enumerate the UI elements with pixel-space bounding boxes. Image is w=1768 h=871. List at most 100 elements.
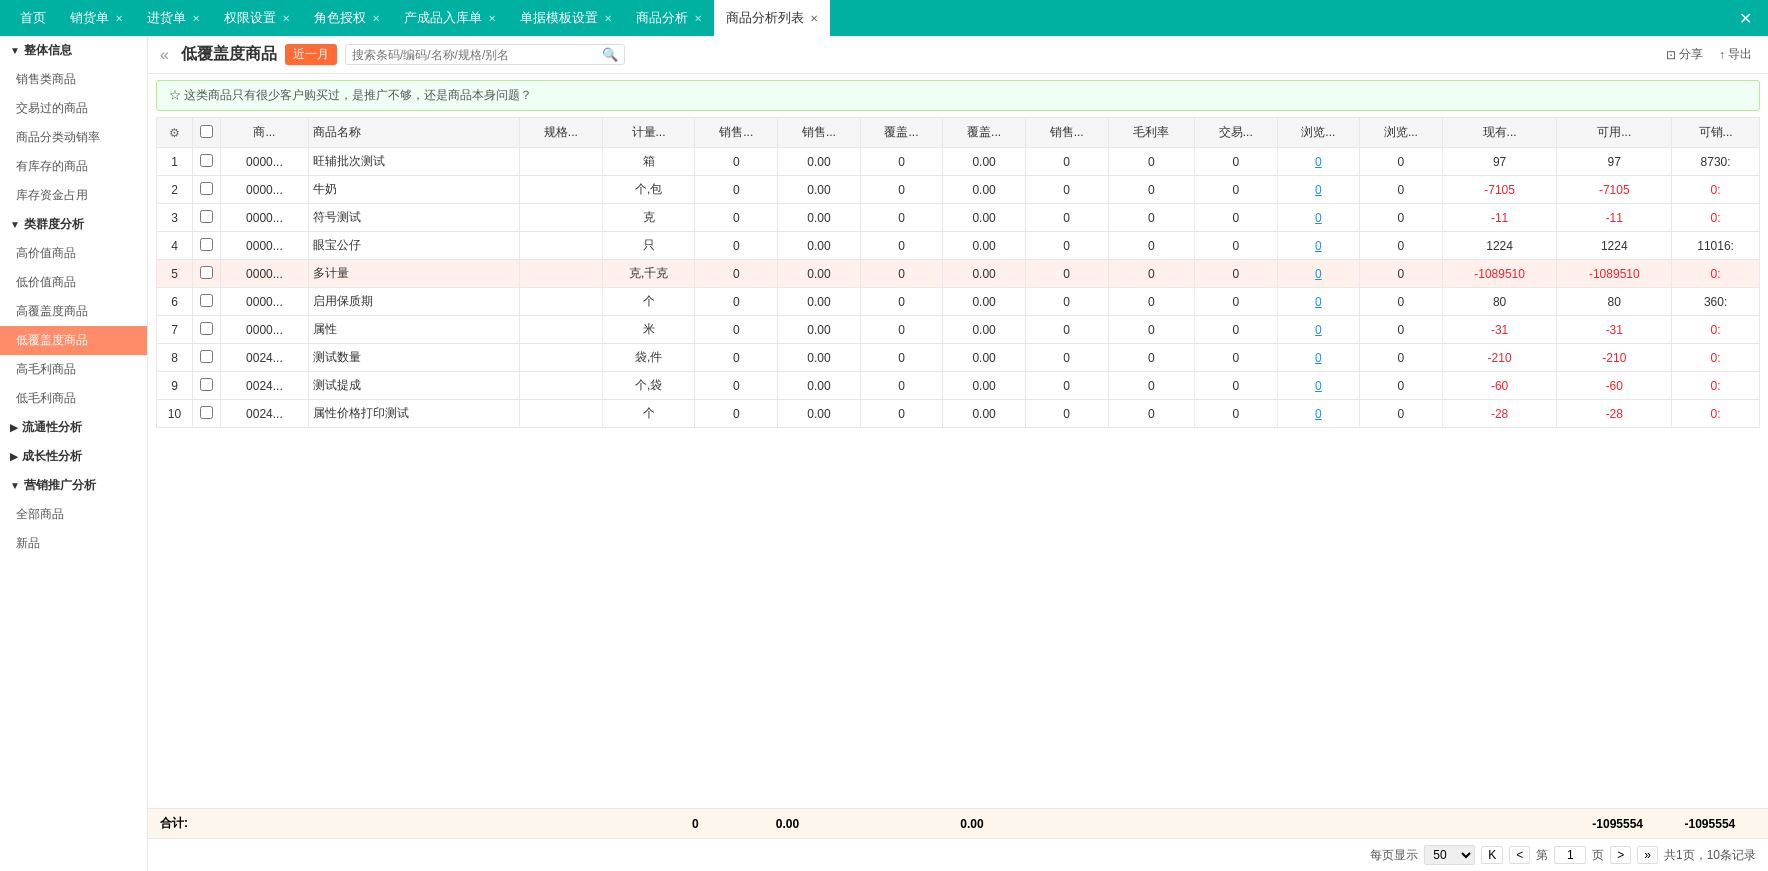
sidebar-group-marketing[interactable]: ▼ 营销推广分析 [0,471,147,500]
sidebar-group-growth[interactable]: ▶ 成长性分析 [0,442,147,471]
cell-checkbox[interactable] [193,288,221,316]
browse-link[interactable]: 0 [1315,183,1322,197]
browse-link[interactable]: 0 [1315,155,1322,169]
sidebar-item-low-value[interactable]: 低价值商品 [0,268,147,297]
prev-page-button[interactable]: < [1509,846,1530,864]
cell-checkbox[interactable] [193,260,221,288]
cell-browse1[interactable]: 0 [1277,372,1360,400]
col-header-trade[interactable]: 交易... [1194,118,1277,148]
cell-browse1[interactable]: 0 [1277,260,1360,288]
row-checkbox[interactable] [200,154,213,167]
row-checkbox[interactable] [200,238,213,251]
nav-tab-product-in[interactable]: 产成品入库单 ✕ [392,0,508,36]
cell-checkbox[interactable] [193,344,221,372]
sidebar-item-low-margin[interactable]: 低毛利商品 [0,384,147,413]
nav-tab-sales[interactable]: 销货单 ✕ [58,0,135,36]
sidebar-group-cluster[interactable]: ▼ 类群度分析 [0,210,147,239]
col-header-available[interactable]: 可用... [1557,118,1672,148]
cell-checkbox[interactable] [193,204,221,232]
close-icon[interactable]: ✕ [604,13,612,24]
share-button[interactable]: ⊡ 分享 [1662,44,1707,65]
browse-link[interactable]: 0 [1315,351,1322,365]
col-header-browse1[interactable]: 浏览... [1277,118,1360,148]
col-header-gross[interactable]: 毛利率 [1108,118,1194,148]
row-checkbox[interactable] [200,294,213,307]
nav-tab-template[interactable]: 单据模板设置 ✕ [508,0,624,36]
sidebar-item-high-margin[interactable]: 高毛利商品 [0,355,147,384]
last-page-button[interactable]: » [1637,846,1658,864]
browse-link[interactable]: 0 [1315,407,1322,421]
row-checkbox[interactable] [200,350,213,363]
col-header-saleable[interactable]: 可销... [1672,118,1760,148]
nav-tab-analysis[interactable]: 商品分析 ✕ [624,0,714,36]
select-all-checkbox[interactable] [200,125,213,138]
cell-browse1[interactable]: 0 [1277,148,1360,176]
sidebar-item-capital[interactable]: 库存资金占用 [0,181,147,210]
cell-browse1[interactable]: 0 [1277,316,1360,344]
date-filter-button[interactable]: 近一月 [285,44,337,65]
cell-browse1[interactable]: 0 [1277,288,1360,316]
nav-tab-permission[interactable]: 权限设置 ✕ [212,0,302,36]
cell-browse1[interactable]: 0 [1277,232,1360,260]
close-all-button[interactable]: ✕ [1731,9,1760,28]
row-checkbox[interactable] [200,210,213,223]
cell-checkbox[interactable] [193,148,221,176]
col-header-browse2[interactable]: 浏览... [1360,118,1443,148]
browse-link[interactable]: 0 [1315,267,1322,281]
cell-browse1[interactable]: 0 [1277,176,1360,204]
sidebar-item-new-goods[interactable]: 新品 [0,529,147,558]
row-checkbox[interactable] [200,378,213,391]
next-page-button[interactable]: > [1610,846,1631,864]
export-button[interactable]: ↑ 导出 [1715,44,1756,65]
sidebar-item-traded-goods[interactable]: 交易过的商品 [0,94,147,123]
col-header-cover2[interactable]: 覆盖... [943,118,1026,148]
col-header-spec[interactable]: 规格... [520,118,603,148]
row-checkbox[interactable] [200,266,213,279]
close-icon[interactable]: ✕ [192,13,200,24]
sidebar-item-high-value[interactable]: 高价值商品 [0,239,147,268]
col-header-code[interactable]: 商... [221,118,309,148]
sidebar-item-sales-goods[interactable]: 销售类商品 [0,65,147,94]
col-header-stock[interactable]: 现有... [1442,118,1557,148]
close-icon[interactable]: ✕ [282,13,290,24]
sidebar-item-all-goods[interactable]: 全部商品 [0,500,147,529]
nav-tab-purchase[interactable]: 进货单 ✕ [135,0,212,36]
search-icon[interactable]: 🔍 [602,47,618,62]
sidebar-item-category-rate[interactable]: 商品分类动销率 [0,123,147,152]
browse-link[interactable]: 0 [1315,211,1322,225]
sidebar-item-low-coverage[interactable]: 低覆盖度商品 [0,326,147,355]
browse-link[interactable]: 0 [1315,295,1322,309]
col-header-name[interactable]: 商品名称 [308,118,519,148]
close-icon[interactable]: ✕ [115,13,123,24]
cell-browse1[interactable]: 0 [1277,400,1360,428]
cell-browse1[interactable]: 0 [1277,344,1360,372]
sidebar-item-stock-goods[interactable]: 有库存的商品 [0,152,147,181]
row-checkbox[interactable] [200,406,213,419]
col-header-sales-qty[interactable]: 销售... [695,118,778,148]
cell-browse1[interactable]: 0 [1277,204,1360,232]
close-icon[interactable]: ✕ [810,13,818,24]
sidebar-group-flow[interactable]: ▶ 流通性分析 [0,413,147,442]
first-page-button[interactable]: K [1481,846,1503,864]
nav-tab-role[interactable]: 角色授权 ✕ [302,0,392,36]
col-header-sales-amt[interactable]: 销售... [778,118,861,148]
col-header-sales-count[interactable]: 销售... [1025,118,1108,148]
cell-checkbox[interactable] [193,232,221,260]
col-header-unit[interactable]: 计量... [602,118,695,148]
search-input[interactable] [352,48,602,62]
close-icon[interactable]: ✕ [694,13,702,24]
row-checkbox[interactable] [200,182,213,195]
col-header-cover1[interactable]: 覆盖... [860,118,943,148]
cell-checkbox[interactable] [193,176,221,204]
sidebar-item-high-coverage[interactable]: 高覆盖度商品 [0,297,147,326]
browse-link[interactable]: 0 [1315,239,1322,253]
per-page-select[interactable]: 50 100 200 [1424,845,1475,865]
settings-icon[interactable]: ⚙ [169,126,180,140]
page-number-input[interactable] [1554,846,1586,864]
close-icon[interactable]: ✕ [488,13,496,24]
row-checkbox[interactable] [200,322,213,335]
sidebar-group-overall[interactable]: ▼ 整体信息 [0,36,147,65]
browse-link[interactable]: 0 [1315,379,1322,393]
cell-checkbox[interactable] [193,400,221,428]
close-icon[interactable]: ✕ [372,13,380,24]
